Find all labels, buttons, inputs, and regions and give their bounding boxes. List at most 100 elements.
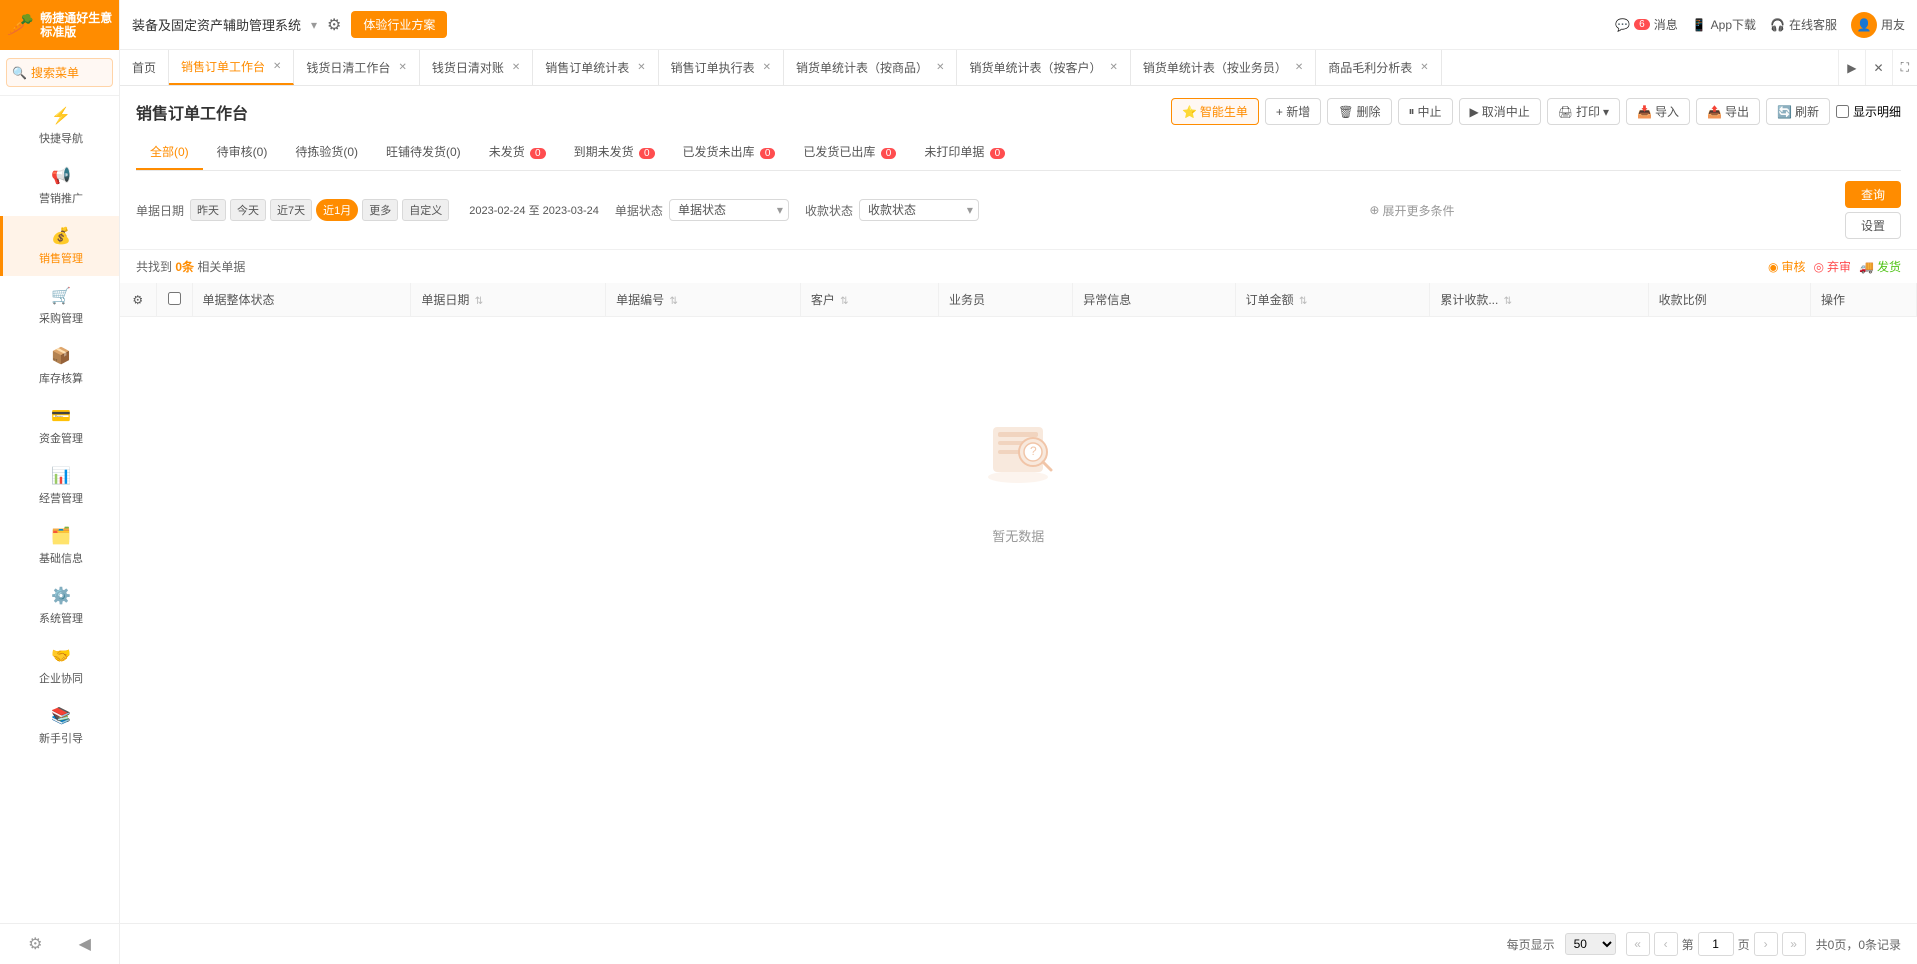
- select-all-checkbox[interactable]: [168, 292, 181, 305]
- date-1month[interactable]: 近1月: [316, 199, 358, 221]
- tab-sales-order-workbench[interactable]: 销售订单工作台 ✕: [169, 50, 294, 85]
- date-yesterday[interactable]: 昨天: [190, 199, 226, 221]
- filter-tab-shipped-not-stored[interactable]: 已发货未出库 0: [669, 135, 790, 170]
- tab-sales-stat-close[interactable]: ✕: [637, 62, 645, 73]
- suspend-button[interactable]: ⏸ 中止: [1398, 98, 1453, 125]
- query-button[interactable]: 查询: [1845, 181, 1901, 208]
- refresh-button[interactable]: 🔄 刷新: [1766, 98, 1830, 125]
- filter-tab-pending-inspect[interactable]: 待拣验货(0): [281, 135, 372, 170]
- tab-home[interactable]: 首页: [120, 50, 169, 85]
- tab-cash-reconcile-close[interactable]: ✕: [512, 62, 520, 73]
- audit-button[interactable]: ◉ 审核: [1768, 258, 1806, 275]
- th-settings[interactable]: ⚙: [120, 283, 156, 317]
- sidebar-collapse-button[interactable]: ◀: [79, 934, 91, 954]
- status-select[interactable]: 单据状态: [669, 199, 789, 221]
- tab-sales-stat[interactable]: 销售订单统计表 ✕: [533, 50, 658, 85]
- add-button[interactable]: + 新增: [1265, 98, 1321, 125]
- export-button[interactable]: 📤 导出: [1696, 98, 1760, 125]
- sidebar-item-corp[interactable]: 🤝 企业协同: [0, 636, 119, 696]
- tab-sales-summary-customer[interactable]: 销货单统计表（按客户） ✕: [957, 50, 1130, 85]
- filter-tabs: 全部(0) 待审核(0) 待拣验货(0) 旺铺待发货(0) 未发货 0 到期未发…: [136, 135, 1901, 171]
- tabbar-scroll-right[interactable]: ▶: [1839, 50, 1864, 86]
- ship-button[interactable]: 🚚 发货: [1859, 258, 1901, 275]
- last-page-button[interactable]: »: [1782, 932, 1806, 956]
- sidebar-item-sales[interactable]: 💰 销售管理: [0, 216, 119, 276]
- sidebar-item-guide[interactable]: 📚 新手引导: [0, 696, 119, 756]
- th-amount[interactable]: 订单金额 ⇅: [1235, 283, 1430, 317]
- record-count-value: 0条: [175, 260, 194, 274]
- filter-tab-expired-unship[interactable]: 到期未发货 0: [560, 135, 669, 170]
- online-service-button[interactable]: 🎧 在线客服: [1770, 16, 1837, 33]
- tab-cash-reconcile[interactable]: 钱货日清对账 ✕: [420, 50, 533, 85]
- message-button[interactable]: 💬 6 消息: [1615, 16, 1678, 33]
- th-customer[interactable]: 客户 ⇅: [800, 283, 938, 317]
- filter-area: 单据日期 昨天 今天 近7天 近1月 更多 自定义 2023-02-24 至 2…: [120, 171, 1917, 249]
- pagination: « ‹ 第 页 › »: [1626, 932, 1806, 956]
- logo-text: 畅捷通好生意 标准版: [40, 11, 112, 40]
- th-checkbox[interactable]: [156, 283, 192, 317]
- date-today[interactable]: 今天: [230, 199, 266, 221]
- next-page-button[interactable]: ›: [1754, 932, 1778, 956]
- tab-sales-summary-product-close[interactable]: ✕: [936, 62, 944, 73]
- trial-button[interactable]: 体验行业方案: [351, 11, 447, 38]
- tab-sales-execute[interactable]: 销售订单执行表 ✕: [659, 50, 784, 85]
- filter-settings-button[interactable]: 设置: [1845, 212, 1901, 239]
- filter-tab-all[interactable]: 全部(0): [136, 135, 203, 170]
- tabbar-close-all[interactable]: ✕: [1865, 50, 1892, 86]
- tab-sales-summary-customer-label: 销货单统计表（按客户）: [969, 59, 1101, 76]
- system-title-arrow[interactable]: ▾: [311, 18, 317, 32]
- app-download-button[interactable]: 📱 App下载: [1692, 16, 1756, 33]
- date-7days[interactable]: 近7天: [270, 199, 312, 221]
- filter-tab-wangpu-ship[interactable]: 旺铺待发货(0): [372, 135, 475, 170]
- filter-tab-pending-audit[interactable]: 待审核(0): [203, 135, 282, 170]
- tab-product-margin[interactable]: 商品毛利分析表 ✕: [1316, 50, 1441, 85]
- prev-page-button[interactable]: ‹: [1654, 932, 1678, 956]
- import-button[interactable]: 📥 导入: [1626, 98, 1690, 125]
- page-number-input[interactable]: [1698, 932, 1734, 956]
- th-received[interactable]: 累计收款... ⇅: [1430, 283, 1648, 317]
- page-actions: ⭐ 智能生单 + 新增 🗑 删除 ⏸ 中止 ▶ 取消中止: [1171, 98, 1901, 125]
- tab-sales-execute-close[interactable]: ✕: [763, 62, 771, 73]
- date-custom[interactable]: 自定义: [402, 199, 449, 221]
- sidebar-item-base[interactable]: 🗂️ 基础信息: [0, 516, 119, 576]
- search-menu-button[interactable]: 🔍 搜索菜单: [6, 58, 113, 87]
- import-icon: 📥: [1637, 105, 1652, 119]
- sidebar-item-finance[interactable]: 💳 资金管理: [0, 396, 119, 456]
- tab-sales-summary-customer-close[interactable]: ✕: [1109, 62, 1117, 73]
- revoke-audit-button[interactable]: ◎ 弃审: [1814, 258, 1852, 275]
- delete-button[interactable]: 🗑 删除: [1327, 98, 1391, 125]
- tab-sales-summary-staff[interactable]: 销货单统计表（按业务员） ✕: [1131, 50, 1316, 85]
- sidebar-settings-button[interactable]: ⚙: [28, 934, 42, 954]
- th-date[interactable]: 单据日期 ⇅: [411, 283, 606, 317]
- expand-conditions-button[interactable]: ⊕ 展开更多条件: [1369, 202, 1454, 219]
- tab-sales-summary-product[interactable]: 销货单统计表（按商品） ✕: [784, 50, 957, 85]
- first-page-button[interactable]: «: [1626, 932, 1650, 956]
- user-menu[interactable]: 👤 用友: [1851, 12, 1905, 38]
- tab-cash-daily-close[interactable]: ✕: [398, 62, 406, 73]
- tab-sales-summary-staff-close[interactable]: ✕: [1295, 62, 1303, 73]
- th-code[interactable]: 单据编号 ⇅: [606, 283, 801, 317]
- sidebar-item-inventory[interactable]: 📦 库存核算: [0, 336, 119, 396]
- smart-create-button[interactable]: ⭐ 智能生单: [1171, 98, 1259, 125]
- date-more[interactable]: 更多: [362, 199, 398, 221]
- topbar-settings-icon[interactable]: ⚙: [327, 15, 341, 35]
- date-range-display: 2023-02-24 至 2023-03-24: [465, 202, 599, 218]
- sidebar-item-quick-nav[interactable]: ⚡ 快捷导航: [0, 96, 119, 156]
- sidebar-item-system[interactable]: ⚙️ 系统管理: [0, 576, 119, 636]
- sidebar-item-marketing[interactable]: 📢 营销推广: [0, 156, 119, 216]
- filter-tab-unprinted[interactable]: 未打印单据 0: [910, 135, 1019, 170]
- filter-tab-shipped-stored[interactable]: 已发货已出库 0: [789, 135, 910, 170]
- cancel-suspend-button[interactable]: ▶ 取消中止: [1459, 98, 1541, 125]
- tab-cash-daily[interactable]: 钱货日清工作台 ✕: [294, 50, 419, 85]
- filter-tab-unshipped[interactable]: 未发货 0: [475, 135, 560, 170]
- sidebar-item-purchase[interactable]: 🛒 采购管理: [0, 276, 119, 336]
- sidebar-item-ops[interactable]: 📊 经营管理: [0, 456, 119, 516]
- print-button[interactable]: 🖨 打印 ▾: [1547, 98, 1620, 125]
- tab-sales-order-workbench-close[interactable]: ✕: [273, 61, 281, 72]
- show-details-checkbox[interactable]: [1836, 105, 1849, 118]
- show-details-checkbox-label[interactable]: 显示明细: [1836, 103, 1901, 120]
- tab-product-margin-close[interactable]: ✕: [1420, 62, 1428, 73]
- page-size-select[interactable]: 50 10 20 100: [1565, 933, 1616, 955]
- tabbar-maximize[interactable]: ⛶: [1892, 50, 1917, 86]
- payment-select[interactable]: 收款状态: [859, 199, 979, 221]
